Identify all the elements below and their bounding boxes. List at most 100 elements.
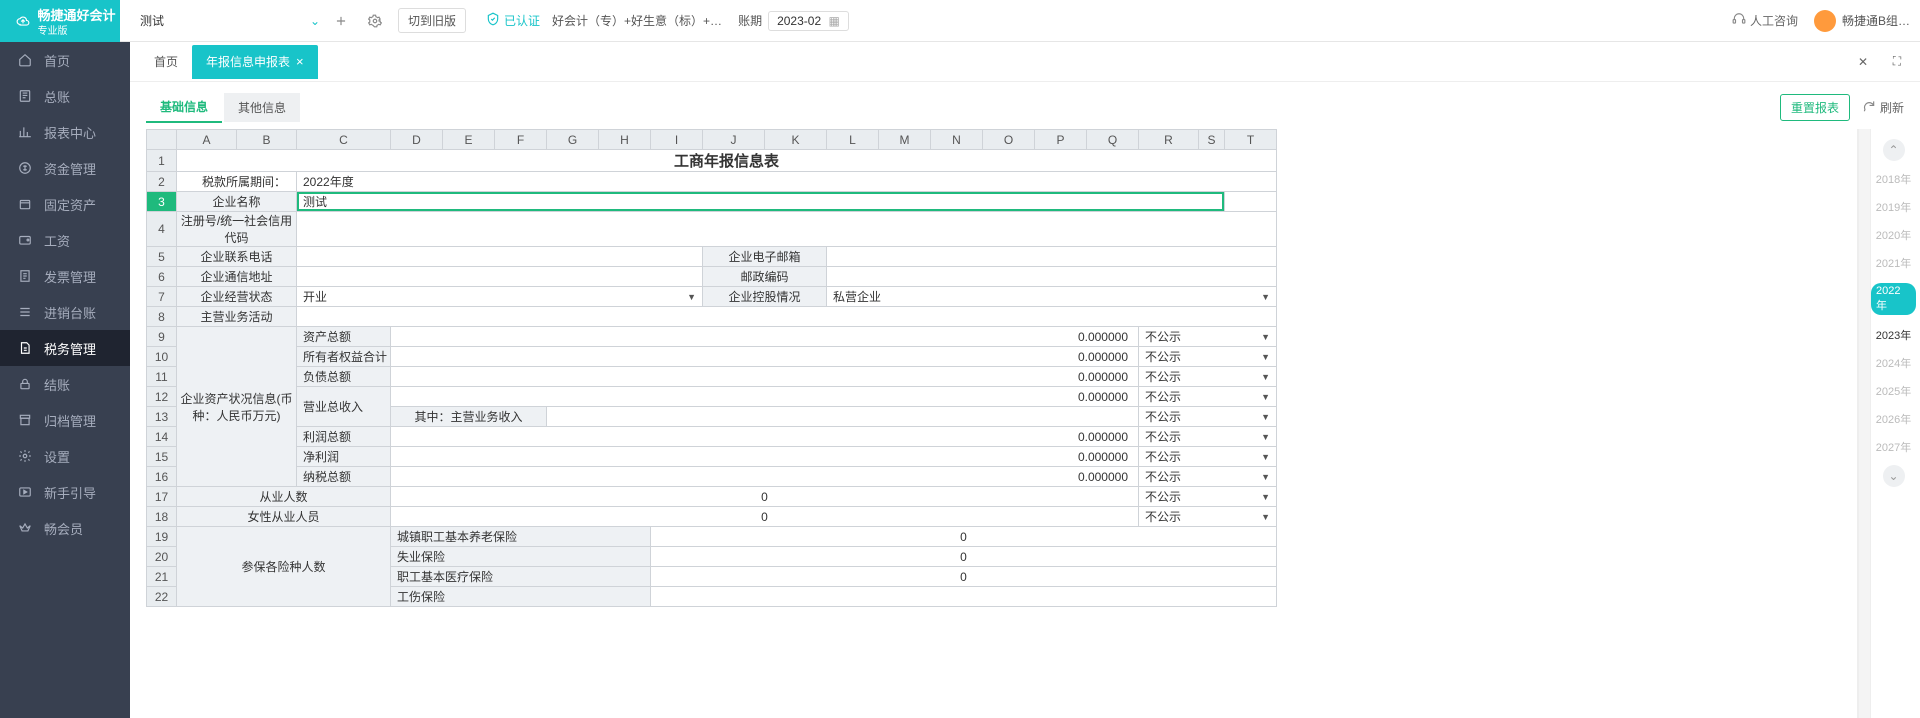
nav-home[interactable]: 首页 [0, 42, 130, 78]
disclosure-dropdown[interactable]: 不公示▼ [1139, 507, 1277, 527]
add-button[interactable] [328, 8, 354, 34]
nav-funds[interactable]: 资金管理 [0, 150, 130, 186]
row-header[interactable]: 9 [147, 327, 177, 347]
row-header[interactable]: 4 [147, 212, 177, 247]
address-cell[interactable] [297, 267, 703, 287]
col-header[interactable]: J [703, 130, 765, 150]
postcode-cell[interactable] [827, 267, 1277, 287]
owners-equity-value[interactable]: 0.000000 [391, 347, 1139, 367]
total-revenue-label[interactable]: 营业总收入 [297, 387, 391, 427]
row-header[interactable]: 19 [147, 527, 177, 547]
report-title-cell[interactable]: 工商年报信息表 [177, 150, 1277, 172]
tab-home[interactable]: 首页 [140, 42, 192, 82]
unemployment-label[interactable]: 失业保险 [391, 547, 651, 567]
total-profit-value[interactable]: 0.000000 [391, 427, 1139, 447]
holding-label[interactable]: 企业控股情况 [703, 287, 827, 307]
year-option[interactable]: 2020年 [1876, 227, 1911, 243]
disclosure-dropdown[interactable]: 不公示▼ [1139, 327, 1277, 347]
medical-value[interactable]: 0 [651, 567, 1277, 587]
close-tab-icon[interactable]: × [296, 54, 304, 69]
pension-label[interactable]: 城镇职工基本养老保险 [391, 527, 651, 547]
row-header[interactable]: 18 [147, 507, 177, 527]
disclosure-dropdown[interactable]: 不公示▼ [1139, 427, 1277, 447]
col-header[interactable]: K [765, 130, 827, 150]
col-header[interactable]: E [443, 130, 495, 150]
main-business-cell[interactable] [297, 307, 1277, 327]
company-name-cell[interactable]: 测试 [297, 192, 1225, 212]
asset-group-label[interactable]: 企业资产状况信息(币种：人民币万元) [177, 327, 297, 487]
total-revenue-value[interactable]: 0.000000 [391, 387, 1139, 407]
year-option-active[interactable]: 2022年 [1871, 283, 1916, 315]
female-employee-label[interactable]: 女性从业人员 [177, 507, 391, 527]
pension-value[interactable]: 0 [651, 527, 1277, 547]
company-name-label[interactable]: 企业名称 [177, 192, 297, 212]
nav-ledger[interactable]: 总账 [0, 78, 130, 114]
close-panel-button[interactable]: ✕ [1850, 49, 1876, 75]
total-liabilities-label[interactable]: 负债总额 [297, 367, 391, 387]
corner-cell[interactable] [147, 130, 177, 150]
row-header[interactable]: 14 [147, 427, 177, 447]
holding-dropdown[interactable]: 私营企业▼ [827, 287, 1277, 307]
injury-value[interactable] [651, 587, 1277, 607]
row-header[interactable]: 8 [147, 307, 177, 327]
employee-count-label[interactable]: 从业人数 [177, 487, 391, 507]
row-header[interactable]: 15 [147, 447, 177, 467]
nav-guide[interactable]: 新手引导 [0, 474, 130, 510]
email-cell[interactable] [827, 247, 1277, 267]
year-scroll-down-button[interactable]: ⌄ [1883, 465, 1905, 487]
row-header-selected[interactable]: 3 [147, 192, 177, 212]
injury-label[interactable]: 工伤保险 [391, 587, 651, 607]
nav-inventory[interactable]: 进销台账 [0, 294, 130, 330]
row-header[interactable]: 6 [147, 267, 177, 287]
status-label[interactable]: 企业经营状态 [177, 287, 297, 307]
total-assets-label[interactable]: 资产总额 [297, 327, 391, 347]
main-revenue-value[interactable] [547, 407, 1139, 427]
col-header[interactable]: B [237, 130, 297, 150]
employee-count-value[interactable]: 0 [391, 487, 1139, 507]
col-header[interactable]: N [931, 130, 983, 150]
nav-salary[interactable]: 工资 [0, 222, 130, 258]
total-profit-label[interactable]: 利润总额 [297, 427, 391, 447]
period-selector[interactable]: 2023-02 ▦ [768, 11, 849, 31]
disclosure-dropdown[interactable]: 不公示▼ [1139, 367, 1277, 387]
switch-old-button[interactable]: 切到旧版 [398, 8, 466, 33]
insurance-group-label[interactable]: 参保各险种人数 [177, 527, 391, 607]
tax-period-value-cell[interactable]: 2022年度 [297, 172, 1277, 192]
row-header[interactable]: 11 [147, 367, 177, 387]
nav-closing[interactable]: 结账 [0, 366, 130, 402]
row-header[interactable]: 20 [147, 547, 177, 567]
tab-annual-report[interactable]: 年报信息申报表 × [192, 45, 318, 79]
postcode-label[interactable]: 邮政编码 [703, 267, 827, 287]
row-header[interactable]: 7 [147, 287, 177, 307]
total-assets-value[interactable]: 0.000000 [391, 327, 1139, 347]
medical-label[interactable]: 职工基本医疗保险 [391, 567, 651, 587]
col-header[interactable]: C [297, 130, 391, 150]
main-revenue-label[interactable]: 其中：主营业务收入 [391, 407, 547, 427]
disclosure-dropdown[interactable]: 不公示▼ [1139, 347, 1277, 367]
year-option[interactable]: 2024年 [1876, 355, 1911, 371]
nav-invoice[interactable]: 发票管理 [0, 258, 130, 294]
phone-label[interactable]: 企业联系电话 [177, 247, 297, 267]
sub-tab-basic[interactable]: 基础信息 [146, 92, 222, 123]
row-header[interactable]: 2 [147, 172, 177, 192]
status-dropdown[interactable]: 开业▼ [297, 287, 703, 307]
row-header[interactable]: 21 [147, 567, 177, 587]
female-employee-value[interactable]: 0 [391, 507, 1139, 527]
year-option[interactable]: 2027年 [1876, 439, 1911, 455]
phone-cell[interactable] [297, 247, 703, 267]
row-header[interactable]: 1 [147, 150, 177, 172]
disclosure-dropdown[interactable]: 不公示▼ [1139, 407, 1277, 427]
col-header[interactable]: R [1139, 130, 1199, 150]
col-header[interactable]: O [983, 130, 1035, 150]
row-header[interactable]: 16 [147, 467, 177, 487]
address-label[interactable]: 企业通信地址 [177, 267, 297, 287]
col-header[interactable]: T [1225, 130, 1277, 150]
owners-equity-label[interactable]: 所有者权益合计 [297, 347, 391, 367]
reg-no-label[interactable]: 注册号/统一社会信用代码 [177, 212, 297, 247]
spreadsheet[interactable]: A B C D E F G H I J K L M N O [146, 129, 1858, 718]
year-scroll-up-button[interactable]: ⌃ [1883, 139, 1905, 161]
year-option[interactable]: 2026年 [1876, 411, 1911, 427]
settings-button[interactable] [362, 8, 388, 34]
sub-tab-other[interactable]: 其他信息 [224, 93, 300, 122]
fullscreen-button[interactable]: ⛶ [1884, 49, 1910, 75]
